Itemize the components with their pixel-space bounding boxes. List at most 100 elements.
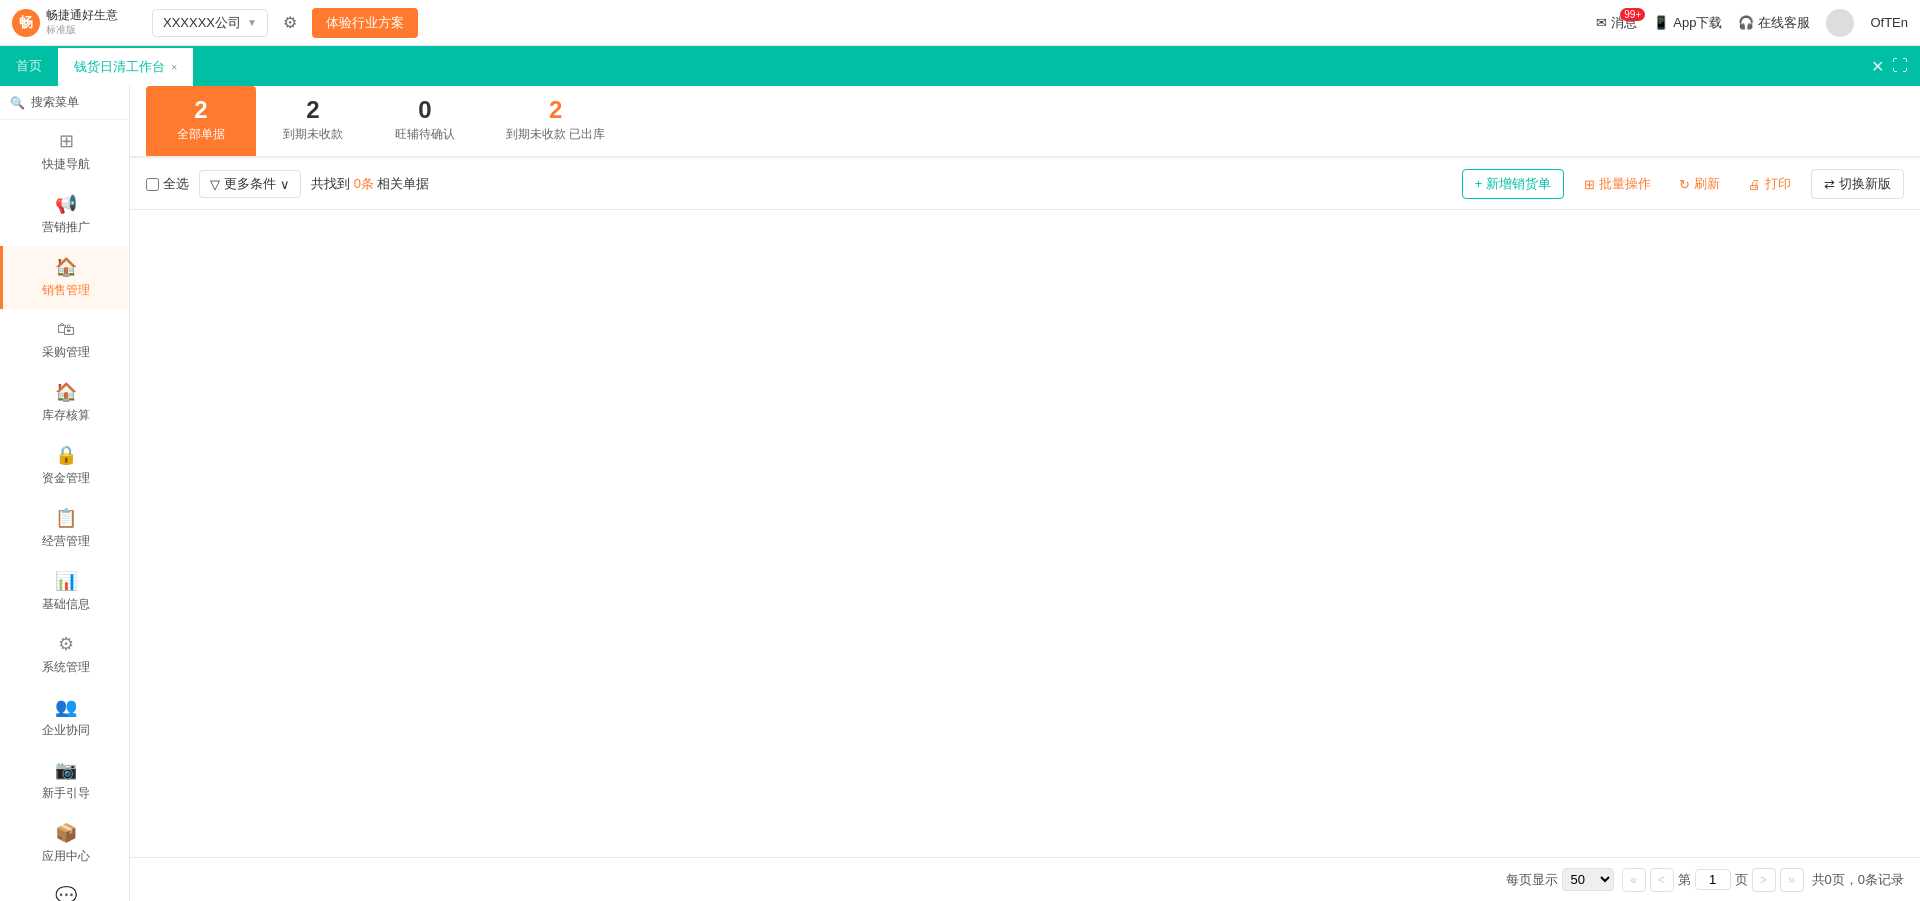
company-selector[interactable]: XXXXXX公司 ▼ (152, 9, 268, 37)
pagination: 每页显示 50 100 200 « < 第 页 > » 共0页，0条记录 (130, 857, 1920, 901)
sidebar-item-system[interactable]: ⚙ 系统管理 (0, 623, 129, 686)
finance-icon: 🔒 (55, 444, 77, 466)
page-size-dropdown[interactable]: 50 100 200 (1562, 868, 1614, 891)
search-icon: 🔍 (10, 96, 25, 110)
app-center-icon: 📦 (55, 822, 77, 844)
sidebar-label-purchase: 采购管理 (42, 344, 90, 361)
purchase-icon: 🛍 (57, 319, 75, 340)
sidebar-item-quick-nav[interactable]: ⊞ 快捷导航 (0, 120, 129, 183)
sidebar-item-marketing[interactable]: 📢 营销推广 (0, 183, 129, 246)
main-layout: 🔍 搜索菜单 ⊞ 快捷导航 📢 营销推广 🏠 销售管理 🛍 采购管理 🏠 库存核… (0, 86, 1920, 901)
enterprise-icon: 👥 (55, 696, 77, 718)
sidebar-item-finance[interactable]: 🔒 资金管理 (0, 434, 129, 497)
found-text: 共找到 0条 相关单据 (311, 175, 429, 193)
tab-workbench[interactable]: 钱货日清工作台 × (58, 46, 193, 86)
stat-num-shipped: 2 (549, 96, 562, 124)
print-button[interactable]: 🖨 打印 (1740, 171, 1799, 197)
page-suffix: 页 (1735, 871, 1748, 889)
last-page-button[interactable]: » (1780, 868, 1804, 892)
first-page-button[interactable]: « (1622, 868, 1646, 892)
batch-label: 批量操作 (1599, 175, 1651, 193)
select-all-input[interactable] (146, 178, 159, 191)
sidebar-label-basic-info: 基础信息 (42, 596, 90, 613)
sidebar-item-purchase[interactable]: 🛍 采购管理 (0, 309, 129, 371)
stat-label-overdue: 到期未收款 (283, 126, 343, 143)
online-service-label: 在线客服 (1758, 14, 1810, 32)
table-area (130, 210, 1920, 857)
print-icon: 🖨 (1748, 177, 1761, 192)
avatar[interactable] (1826, 9, 1854, 37)
switch-new-button[interactable]: ⇄ 切换新版 (1811, 169, 1904, 199)
sidebar-search[interactable]: 🔍 搜索菜单 (0, 86, 129, 120)
batch-button[interactable]: ⊞ 批量操作 (1576, 171, 1659, 197)
stat-tab-all[interactable]: 2 全部单据 (146, 86, 256, 156)
new-sale-label: + 新增销货单 (1475, 175, 1551, 193)
logo-icon: 畅 (12, 9, 40, 37)
guide-icon: 📷 (55, 759, 77, 781)
sidebar-item-enterprise[interactable]: 👥 企业协同 (0, 686, 129, 749)
app-download-label: App下载 (1673, 14, 1722, 32)
sidebar-label-inventory: 库存核算 (42, 407, 90, 424)
total-info: 共0页，0条记录 (1812, 871, 1904, 889)
stat-tab-wangfu[interactable]: 0 旺辅待确认 (370, 86, 480, 156)
settings-icon[interactable]: ⚙ (276, 9, 304, 37)
filter-chevron-icon: ∨ (280, 177, 290, 192)
close-tab-icon[interactable]: × (171, 61, 177, 73)
message-icon: ✉ (1596, 15, 1607, 30)
app-download-button[interactable]: 📱 App下载 (1653, 14, 1722, 32)
tab-close-icon[interactable]: ✕ (1871, 57, 1884, 76)
quick-nav-icon: ⊞ (59, 130, 74, 152)
filter-button[interactable]: ▽ 更多条件 ∨ (199, 170, 301, 198)
select-all-checkbox[interactable]: 全选 (146, 175, 189, 193)
prev-page-button[interactable]: < (1650, 868, 1674, 892)
sidebar-item-operations[interactable]: 📋 经营管理 (0, 497, 129, 560)
page-size-select[interactable]: 每页显示 50 100 200 (1506, 868, 1614, 891)
refresh-button[interactable]: ↻ 刷新 (1671, 171, 1728, 197)
tab-bar-actions: ✕ ⛶ (1871, 57, 1920, 76)
sidebar-item-basic-info[interactable]: 📊 基础信息 (0, 560, 129, 623)
page-number-input[interactable] (1695, 869, 1731, 890)
try-industry-button[interactable]: 体验行业方案 (312, 8, 418, 38)
stat-num-overdue: 2 (306, 96, 319, 124)
tab-expand-icon[interactable]: ⛶ (1892, 57, 1908, 75)
switch-icon: ⇄ (1824, 177, 1835, 192)
messages-button[interactable]: ✉ 消息 99+ (1596, 14, 1637, 32)
batch-icon: ⊞ (1584, 177, 1595, 192)
switch-label: 切换新版 (1839, 175, 1891, 193)
operations-icon: 📋 (55, 507, 77, 529)
filter-icon: ▽ (210, 177, 220, 192)
sidebar-label-marketing: 营销推广 (42, 219, 90, 236)
download-icon: 📱 (1653, 15, 1669, 30)
sidebar-item-inventory[interactable]: 🏠 库存核算 (0, 371, 129, 434)
search-menu-label: 搜索菜单 (31, 94, 79, 111)
toolbar-right: + 新增销货单 ⊞ 批量操作 ↻ 刷新 🖨 打印 ⇄ 切换新版 (1462, 169, 1904, 199)
page-size-label: 每页显示 (1506, 871, 1558, 889)
logo-area: 畅 畅捷通好生意 标准版 (12, 8, 142, 38)
tab-workbench-label: 钱货日清工作台 (74, 58, 165, 76)
logo-sub: 标准版 (46, 23, 118, 37)
sidebar-label-operations: 经营管理 (42, 533, 90, 550)
new-sale-button[interactable]: + 新增销货单 (1462, 169, 1564, 199)
online-service-button[interactable]: 🎧 在线客服 (1738, 14, 1810, 32)
stat-tab-shipped[interactable]: 2 到期未收款 已出库 (482, 86, 629, 156)
sidebar-item-guide[interactable]: 📷 新手引导 (0, 749, 129, 812)
sidebar-item-sales[interactable]: 🏠 销售管理 (0, 246, 129, 309)
top-header: 畅 畅捷通好生意 标准版 XXXXXX公司 ▼ ⚙ 体验行业方案 ✉ 消息 99… (0, 0, 1920, 46)
sidebar-label-guide: 新手引导 (42, 785, 90, 802)
chevron-down-icon: ▼ (247, 17, 257, 28)
basic-info-icon: 📊 (55, 570, 77, 592)
messages-badge: 99+ (1620, 8, 1645, 21)
system-icon: ⚙ (58, 633, 74, 655)
header-right: ✉ 消息 99+ 📱 App下载 🎧 在线客服 OfTEn (1596, 9, 1908, 37)
print-label: 打印 (1765, 175, 1791, 193)
page-label: 第 (1678, 871, 1691, 889)
next-page-button[interactable]: > (1752, 868, 1776, 892)
wechat-icon: 💬 (55, 885, 77, 901)
stat-tab-overdue[interactable]: 2 到期未收款 (258, 86, 368, 156)
sidebar-item-wechat[interactable]: 💬 企业微信 (0, 875, 129, 901)
sidebar-item-app-center[interactable]: 📦 应用中心 (0, 812, 129, 875)
sidebar-label-quick-nav: 快捷导航 (42, 156, 90, 173)
sidebar: 🔍 搜索菜单 ⊞ 快捷导航 📢 营销推广 🏠 销售管理 🛍 采购管理 🏠 库存核… (0, 86, 130, 901)
tab-home[interactable]: 首页 (0, 46, 58, 86)
tab-home-label: 首页 (16, 57, 42, 75)
